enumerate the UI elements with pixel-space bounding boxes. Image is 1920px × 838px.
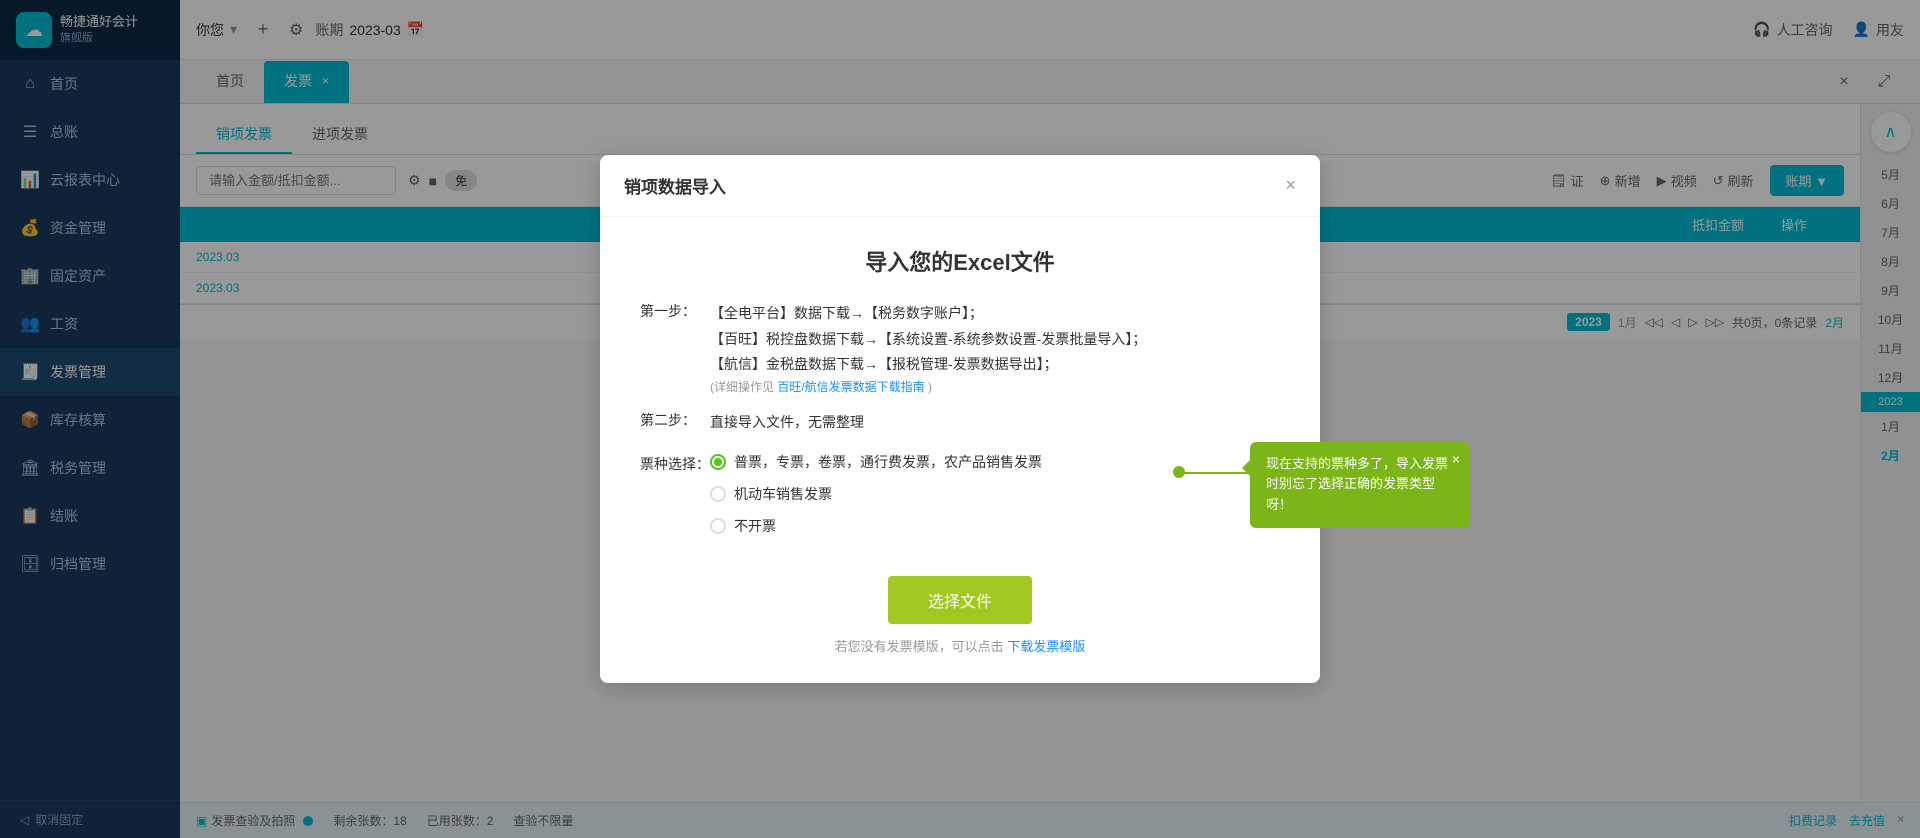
ticket-label: 票种选择： <box>640 452 710 474</box>
modal-big-title: 导入您的Excel文件 <box>640 245 1280 277</box>
download-template-link[interactable]: 下载发票模版 <box>1007 639 1085 654</box>
tooltip-bubble: × 现在支持的票种多了，导入发票时别忘了选择正确的发票类型呀！ <box>1250 442 1470 528</box>
guide-link[interactable]: 百旺/航信发票数据下载指南 <box>777 380 924 394</box>
import-modal: 销项数据导入 × 导入您的Excel文件 第一步： 【全电平台】数据下载→【税务… <box>600 155 1320 682</box>
radio-normal[interactable]: 普票，专票，卷票，通行费发票，农产品销售发票 <box>710 452 1042 472</box>
radio-none[interactable]: 不开票 <box>710 516 1042 536</box>
modal-header: 销项数据导入 × <box>600 155 1320 217</box>
tooltip-container: × 现在支持的票种多了，导入发票时别忘了选择正确的发票类型呀！ <box>1250 442 1470 528</box>
radio-circle-motor <box>710 486 726 502</box>
modal-body: 导入您的Excel文件 第一步： 【全电平台】数据下载→【税务数字账户】； 【百… <box>600 217 1320 575</box>
step2-label: 第二步： <box>640 410 710 435</box>
step1-line3: 【航信】金税盘数据下载→【报税管理-发票数据导出】； <box>710 352 1146 377</box>
select-file-button[interactable]: 选择文件 <box>888 576 1032 624</box>
tooltip-line <box>1180 472 1248 474</box>
ticket-options: 普票，专票，卷票，通行费发票，农产品销售发票 机动车销售发票 不开票 <box>710 452 1042 536</box>
modal-overlay: 销项数据导入 × 导入您的Excel文件 第一步： 【全电平台】数据下载→【税务… <box>0 0 1920 838</box>
tooltip-dot <box>1173 466 1185 478</box>
ticket-selection-row: 票种选择： 普票，专票，卷票，通行费发票，农产品销售发票 机动车销售发票 <box>640 452 1280 536</box>
step1-row: 第一步： 【全电平台】数据下载→【税务数字账户】； 【百旺】税控盘数据下载→【系… <box>640 301 1280 398</box>
radio-circle-normal <box>710 454 726 470</box>
tooltip-close-btn[interactable]: × <box>1452 448 1460 470</box>
modal-title: 销项数据导入 <box>624 173 726 198</box>
step2-row: 第二步： 直接导入文件，无需整理 <box>640 410 1280 435</box>
modal-footer: 选择文件 若您没有发票模版，可以点击 下载发票模版 <box>600 576 1320 683</box>
radio-motor[interactable]: 机动车销售发票 <box>710 484 1042 504</box>
tooltip-text: 现在支持的票种多了，导入发票时别忘了选择正确的发票类型呀！ <box>1266 456 1448 513</box>
step1-line1: 【全电平台】数据下载→【税务数字账户】； <box>710 301 1146 326</box>
radio-circle-none <box>710 518 726 534</box>
step1-hint: (详细操作见 百旺/航信发票数据下载指南 ) <box>710 377 1146 399</box>
step1-content: 【全电平台】数据下载→【税务数字账户】； 【百旺】税控盘数据下载→【系统设置-系… <box>710 301 1146 398</box>
step1-line2: 【百旺】税控盘数据下载→【系统设置-系统参数设置-发票批量导入】； <box>710 327 1146 352</box>
download-hint: 若您没有发票模版，可以点击 下载发票模版 <box>835 636 1086 655</box>
step2-content: 直接导入文件，无需整理 <box>710 410 864 435</box>
radio-dot-normal <box>714 458 722 466</box>
step1-label: 第一步： <box>640 301 710 398</box>
modal-close-button[interactable]: × <box>1285 175 1296 196</box>
